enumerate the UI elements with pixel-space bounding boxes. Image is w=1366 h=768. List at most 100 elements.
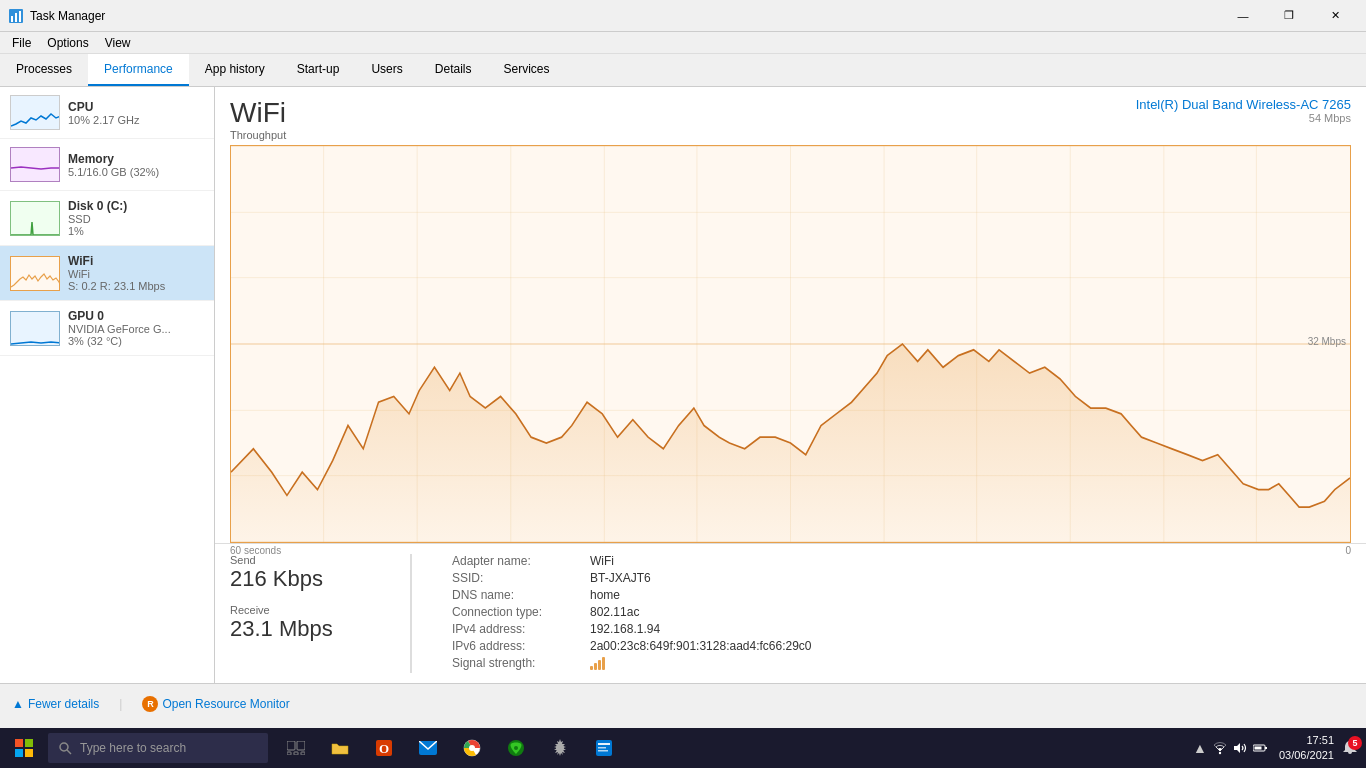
chart-wrapper: 32 Mbps: [230, 145, 1351, 543]
svg-text:O: O: [379, 741, 389, 756]
svg-rect-29: [287, 741, 295, 750]
wifi-detail2: S: 0.2 R: 23.1 Mbps: [68, 280, 204, 292]
signal-bar-3: [598, 660, 601, 670]
chart-max-label: 54 Mbps: [1136, 112, 1351, 124]
gpu-detail1: NVIDIA GeForce G...: [68, 323, 204, 335]
gpu-thumbnail: [10, 311, 60, 346]
tab-services[interactable]: Services: [487, 54, 565, 86]
chart-brand: Intel(R) Dual Band Wireless-AC 7265: [1136, 97, 1351, 112]
tab-startup[interactable]: Start-up: [281, 54, 356, 86]
office-icon: O: [375, 739, 393, 757]
tray-wifi-icon[interactable]: [1213, 741, 1227, 755]
office-button[interactable]: O: [364, 728, 404, 768]
memory-detail: 5.1/16.0 GB (32%): [68, 166, 204, 178]
menu-bar: File Options View: [0, 32, 1366, 54]
tray-battery-icon: [1253, 741, 1267, 755]
send-group: Send 216 Kbps: [230, 554, 370, 592]
taskview-button[interactable]: [276, 728, 316, 768]
connection-type-val: 802.11ac: [590, 605, 639, 619]
tab-processes[interactable]: Processes: [0, 54, 88, 86]
svg-point-38: [469, 745, 475, 751]
fewer-details-link[interactable]: ▲ Fewer details: [12, 697, 99, 711]
tray-network-icon[interactable]: ▲: [1193, 740, 1207, 756]
ipv4-key: IPv4 address:: [452, 622, 582, 636]
sidebar-item-gpu[interactable]: GPU 0 NVIDIA GeForce G... 3% (32 °C): [0, 301, 214, 356]
chart-brand-group: Intel(R) Dual Band Wireless-AC 7265 54 M…: [1136, 97, 1351, 124]
dns-key: DNS name:: [452, 588, 582, 602]
fewer-details-label: Fewer details: [28, 697, 99, 711]
tab-apphistory[interactable]: App history: [189, 54, 281, 86]
taskbar-search-bar[interactable]: Type here to search: [48, 733, 268, 763]
disk-name: Disk 0 (C:): [68, 199, 204, 213]
info-row-adapter: Adapter name: WiFi: [452, 554, 812, 568]
wifi-info: WiFi WiFi S: 0.2 R: 23.1 Mbps: [68, 254, 204, 292]
signal-key: Signal strength:: [452, 656, 582, 673]
xbox-icon: [507, 739, 525, 757]
mail-icon: [419, 741, 437, 755]
sidebar: CPU 10% 2.17 GHz Memory 5.1/16.0 GB (32%…: [0, 87, 215, 683]
news-button[interactable]: [584, 728, 624, 768]
chart-time-labels: 60 seconds 0: [230, 545, 1351, 556]
disk-info: Disk 0 (C:) SSD 1%: [68, 199, 204, 237]
disk-detail1: SSD: [68, 213, 204, 225]
taskbar-tray: ▲ 17:51 03/06/2021: [1185, 733, 1366, 764]
tab-users[interactable]: Users: [355, 54, 418, 86]
title-bar-controls: — ❐ ✕: [1220, 0, 1358, 32]
svg-rect-1: [11, 16, 13, 22]
menu-options[interactable]: Options: [39, 34, 96, 52]
chart-header-row: WiFi Throughput Intel(R) Dual Band Wirel…: [230, 97, 1351, 141]
file-explorer-button[interactable]: [320, 728, 360, 768]
xbox-button[interactable]: [496, 728, 536, 768]
search-placeholder: Type here to search: [80, 741, 186, 755]
svg-rect-25: [15, 749, 23, 757]
clock-time: 17:51: [1279, 733, 1334, 748]
adapter-name-val: WiFi: [590, 554, 614, 568]
chart-title-group: WiFi Throughput: [230, 97, 286, 141]
send-value: 216 Kbps: [230, 566, 370, 592]
settings-button[interactable]: [540, 728, 580, 768]
gpu-name: GPU 0: [68, 309, 204, 323]
mail-button[interactable]: [408, 728, 448, 768]
sidebar-item-cpu[interactable]: CPU 10% 2.17 GHz: [0, 87, 214, 139]
signal-bar-4: [602, 657, 605, 670]
chart-subtitle: Throughput: [230, 129, 286, 141]
news-icon: [595, 739, 613, 757]
taskview-icon: [287, 741, 305, 755]
wifi-thumbnail: [10, 256, 60, 291]
taskbar-app-icons: O: [276, 728, 624, 768]
settings-icon: [551, 739, 569, 757]
close-button[interactable]: ✕: [1312, 0, 1358, 32]
window-title: Task Manager: [30, 9, 105, 23]
chrome-button[interactable]: [452, 728, 492, 768]
svg-rect-32: [294, 752, 298, 755]
tray-clock[interactable]: 17:51 03/06/2021: [1279, 733, 1334, 764]
start-button[interactable]: [0, 728, 48, 768]
maximize-button[interactable]: ❐: [1266, 0, 1312, 32]
sidebar-item-disk[interactable]: Disk 0 (C:) SSD 1%: [0, 191, 214, 246]
svg-rect-49: [1265, 747, 1267, 749]
menu-view[interactable]: View: [97, 34, 139, 52]
clock-date: 03/06/2021: [1279, 748, 1334, 763]
ipv6-val: 2a00:23c8:649f:901:3128:aad4:fc66:29c0: [590, 639, 812, 653]
tray-volume-icon[interactable]: [1233, 741, 1247, 755]
svg-rect-3: [19, 11, 21, 22]
menu-file[interactable]: File: [4, 34, 39, 52]
notification-area[interactable]: 5: [1342, 740, 1358, 756]
svg-rect-45: [598, 750, 608, 752]
svg-marker-47: [1234, 743, 1240, 753]
sidebar-item-memory[interactable]: Memory 5.1/16.0 GB (32%): [0, 139, 214, 191]
svg-rect-26: [25, 749, 33, 757]
gpu-info: GPU 0 NVIDIA GeForce G... 3% (32 °C): [68, 309, 204, 347]
tray-icons: ▲: [1193, 740, 1267, 756]
chart-label-mid: 32 Mbps: [1308, 336, 1346, 347]
receive-label: Receive: [230, 604, 370, 616]
signal-val: [590, 656, 605, 673]
ipv6-key: IPv6 address:: [452, 639, 582, 653]
sidebar-item-wifi[interactable]: WiFi WiFi S: 0.2 R: 23.1 Mbps: [0, 246, 214, 301]
tab-details[interactable]: Details: [419, 54, 488, 86]
cpu-info: CPU 10% 2.17 GHz: [68, 100, 204, 126]
info-row-ipv6: IPv6 address: 2a00:23c8:649f:901:3128:aa…: [452, 639, 812, 653]
open-resource-monitor-link[interactable]: R Open Resource Monitor: [142, 696, 289, 712]
tab-performance[interactable]: Performance: [88, 54, 189, 86]
minimize-button[interactable]: —: [1220, 0, 1266, 32]
